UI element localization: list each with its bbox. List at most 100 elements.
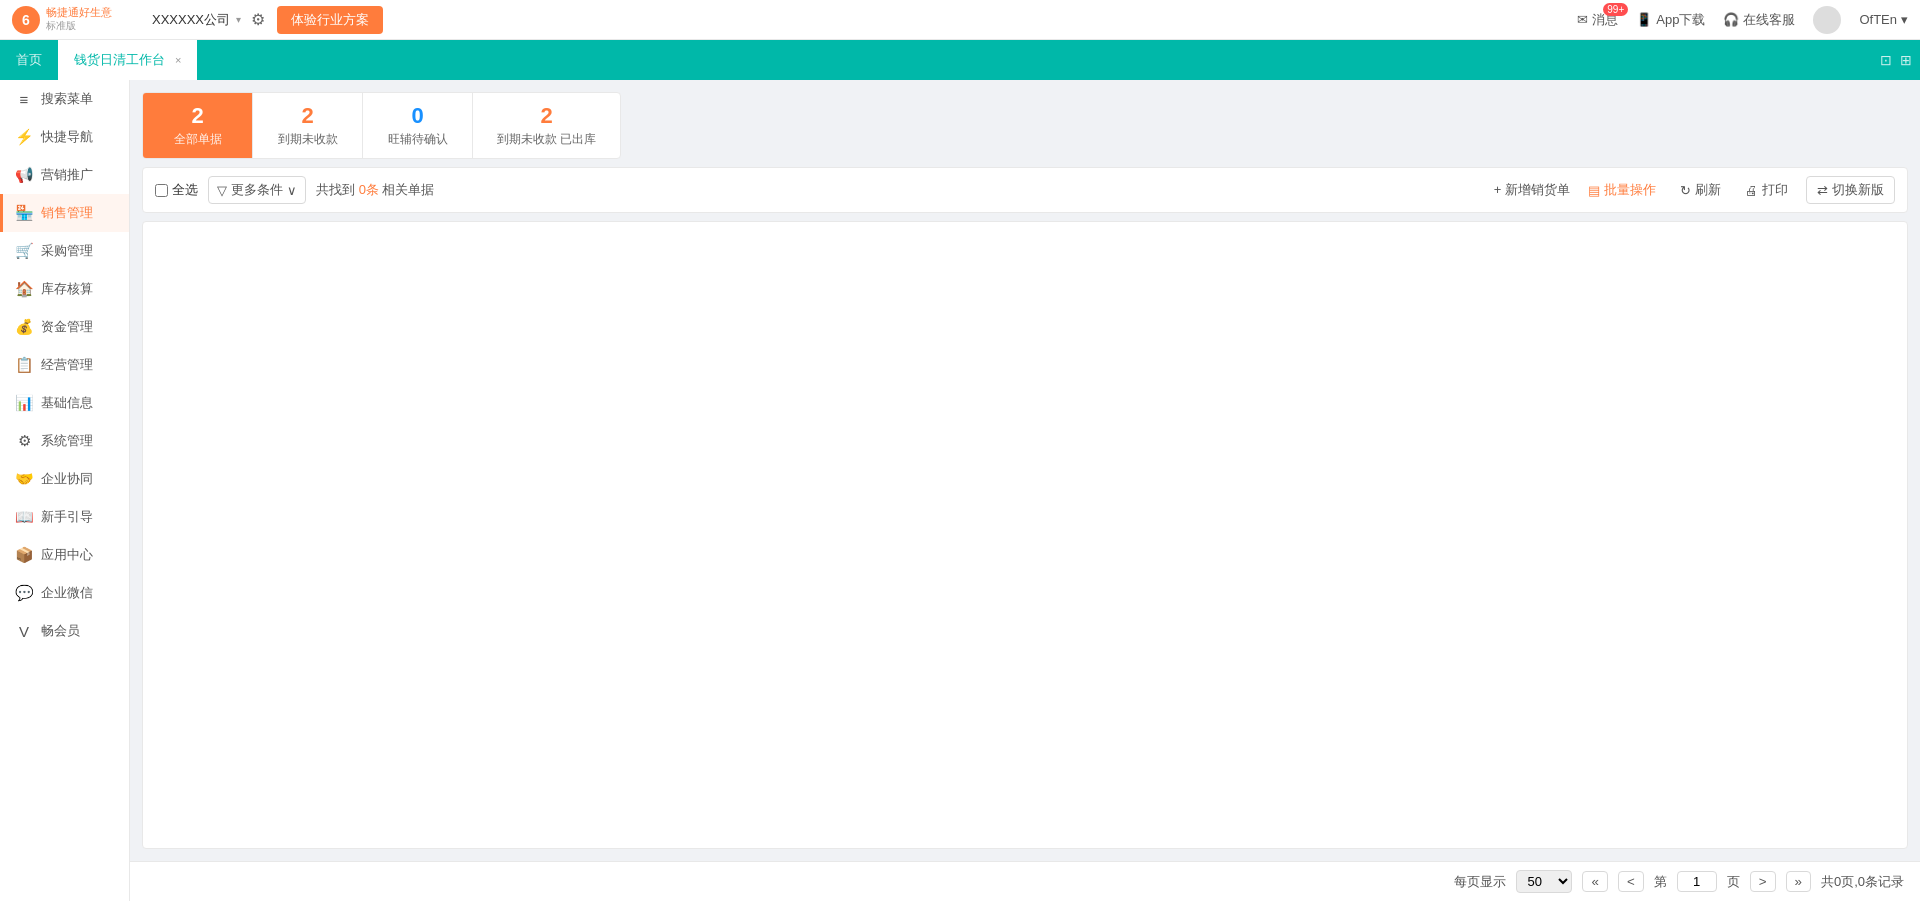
content-area: 2 全部单据 2 到期未收款 0 旺辅待确认 2 到期未收款 已出库 [130,80,1920,861]
sidebar-item-wechat[interactable]: 💬 企业微信 [0,574,129,612]
tab-daily-work[interactable]: 钱货日清工作台 × [58,40,197,80]
stat-label-overdue-out: 到期未收款 已出库 [497,131,596,148]
stat-number-wangwang: 0 [387,103,448,129]
tab-close-icon[interactable]: × [175,54,181,66]
refresh-label: 刷新 [1695,181,1721,199]
stat-number-all: 2 [167,103,228,129]
collapse-icon[interactable]: ⊡ [1880,52,1892,68]
trial-button[interactable]: 体验行业方案 [277,6,383,34]
expand-icon[interactable]: ⊞ [1900,52,1912,68]
sidebar-label-inventory: 库存核算 [41,280,93,298]
guide-icon: 📖 [15,508,33,526]
sidebar-item-inventory[interactable]: 🏠 库存核算 [0,270,129,308]
stat-tab-wangwang[interactable]: 0 旺辅待确认 [363,93,473,158]
found-suffix: 相关单据 [382,182,434,197]
search-menu-icon: ≡ [15,91,33,108]
sidebar-label-guide: 新手引导 [41,508,93,526]
per-page-label: 每页显示 [1454,873,1506,891]
sidebar-item-basic-info[interactable]: 📊 基础信息 [0,384,129,422]
online-service-btn[interactable]: 🎧 在线客服 [1723,11,1795,29]
stat-number-overdue-out: 2 [497,103,596,129]
new-sale-btn[interactable]: + 新增销货单 [1494,181,1570,199]
sidebar-item-sales[interactable]: 🏪 销售管理 [0,194,129,232]
company-selector[interactable]: XXXXXX公司 ▾ [152,11,241,29]
select-all-input[interactable] [155,184,168,197]
app-body: ≡ 搜索菜单 ⚡ 快捷导航 📢 营销推广 🏪 销售管理 🛒 采购管理 🏠 库存核… [0,80,1920,901]
batch-op-icon: ▤ [1588,183,1600,198]
sidebar-label-marketing: 营销推广 [41,166,93,184]
header-right: ✉ 消息 99+ 📱 App下载 🎧 在线客服 OfTEn ▾ [1577,6,1908,34]
sidebar-label-system: 系统管理 [41,432,93,450]
sidebar-item-guide[interactable]: 📖 新手引导 [0,498,129,536]
sidebar-label-finance: 资金管理 [41,318,93,336]
select-all-checkbox[interactable]: 全选 [155,181,198,199]
per-page-select[interactable]: 50 100 200 [1516,870,1572,893]
batch-op-btn[interactable]: ▤ 批量操作 [1582,177,1662,203]
sidebar-item-cooperation[interactable]: 🤝 企业协同 [0,460,129,498]
page-number-input[interactable] [1677,871,1717,892]
nav-tabs: 首页 钱货日清工作台 × ⊡ ⊞ [0,40,1920,80]
refresh-btn[interactable]: ↻ 刷新 [1674,177,1727,203]
username-area[interactable]: OfTEn ▾ [1859,12,1908,27]
sidebar-item-operations[interactable]: 📋 经营管理 [0,346,129,384]
stat-tab-overdue[interactable]: 2 到期未收款 [253,93,363,158]
sidebar-label-vip: 畅会员 [41,622,80,640]
sidebar-item-finance[interactable]: 💰 资金管理 [0,308,129,346]
switch-icon: ⇄ [1817,183,1828,198]
page-label: 第 [1654,873,1667,891]
sidebar-item-search-menu[interactable]: ≡ 搜索菜单 [0,80,129,118]
sidebar-label-quick-nav: 快捷导航 [41,128,93,146]
prev-page-btn[interactable]: < [1618,871,1644,892]
marketing-icon: 📢 [15,166,33,184]
table-area [142,221,1908,849]
nav-expand-btns: ⊡ ⊞ [1880,40,1920,80]
last-page-btn[interactable]: » [1786,871,1811,892]
logo-icon: 6 [12,6,40,34]
logo-title: 畅捷通好生意 [46,6,112,19]
sidebar-item-app-center[interactable]: 📦 应用中心 [0,536,129,574]
filter-label: 更多条件 [231,181,283,199]
found-count: 0条 [359,182,379,197]
toolbar-right: + 新增销货单 ▤ 批量操作 ↻ 刷新 🖨 打印 ⇄ [1494,176,1895,204]
avatar[interactable] [1813,6,1841,34]
stat-label-wangwang: 旺辅待确认 [387,131,448,148]
sidebar-item-quick-nav[interactable]: ⚡ 快捷导航 [0,118,129,156]
filter-button[interactable]: ▽ 更多条件 ∨ [208,176,306,204]
basic-info-icon: 📊 [15,394,33,412]
sidebar-label-sales: 销售管理 [41,204,93,222]
print-label: 打印 [1762,181,1788,199]
app-download-btn[interactable]: 📱 App下载 [1636,11,1705,29]
sidebar-item-purchase[interactable]: 🛒 采购管理 [0,232,129,270]
message-btn[interactable]: ✉ 消息 99+ [1577,11,1618,29]
print-btn[interactable]: 🖨 打印 [1739,177,1794,203]
app-download-icon: 📱 [1636,12,1652,27]
stat-tab-all[interactable]: 2 全部单据 [143,93,253,158]
first-page-btn[interactable]: « [1582,871,1607,892]
cooperation-icon: 🤝 [15,470,33,488]
inventory-icon: 🏠 [15,280,33,298]
sidebar: ≡ 搜索菜单 ⚡ 快捷导航 📢 营销推广 🏪 销售管理 🛒 采购管理 🏠 库存核… [0,80,130,901]
sidebar-label-purchase: 采购管理 [41,242,93,260]
stat-tab-overdue-out[interactable]: 2 到期未收款 已出库 [473,93,620,158]
top-header: 6 畅捷通好生意 标准版 XXXXXX公司 ▾ ⚙ 体验行业方案 ✉ 消息 99… [0,0,1920,40]
chevron-down-icon: ▾ [236,14,241,25]
system-icon: ⚙ [15,432,33,450]
batch-op-label: 批量操作 [1604,181,1656,199]
sidebar-item-marketing[interactable]: 📢 营销推广 [0,156,129,194]
switch-version-btn[interactable]: ⇄ 切换新版 [1806,176,1895,204]
next-page-btn[interactable]: > [1750,871,1776,892]
tab-home-label: 首页 [16,51,42,69]
filter-chevron-icon: ∨ [287,183,297,198]
sidebar-item-vip[interactable]: V 畅会员 [0,612,129,650]
username-text: OfTEn [1859,12,1897,27]
pagination-bar: 每页显示 50 100 200 « < 第 页 > » 共0页,0条记录 [130,861,1920,901]
toolbar-left: 全选 ▽ 更多条件 ∨ 共找到 0条 相关单据 [155,176,1482,204]
sidebar-item-system[interactable]: ⚙ 系统管理 [0,422,129,460]
select-all-label: 全选 [172,181,198,199]
sidebar-label-operations: 经营管理 [41,356,93,374]
operations-icon: 📋 [15,356,33,374]
filter-icon: ▽ [217,183,227,198]
tab-home[interactable]: 首页 [0,40,58,80]
settings-icon[interactable]: ⚙ [251,10,265,29]
print-icon: 🖨 [1745,183,1758,198]
